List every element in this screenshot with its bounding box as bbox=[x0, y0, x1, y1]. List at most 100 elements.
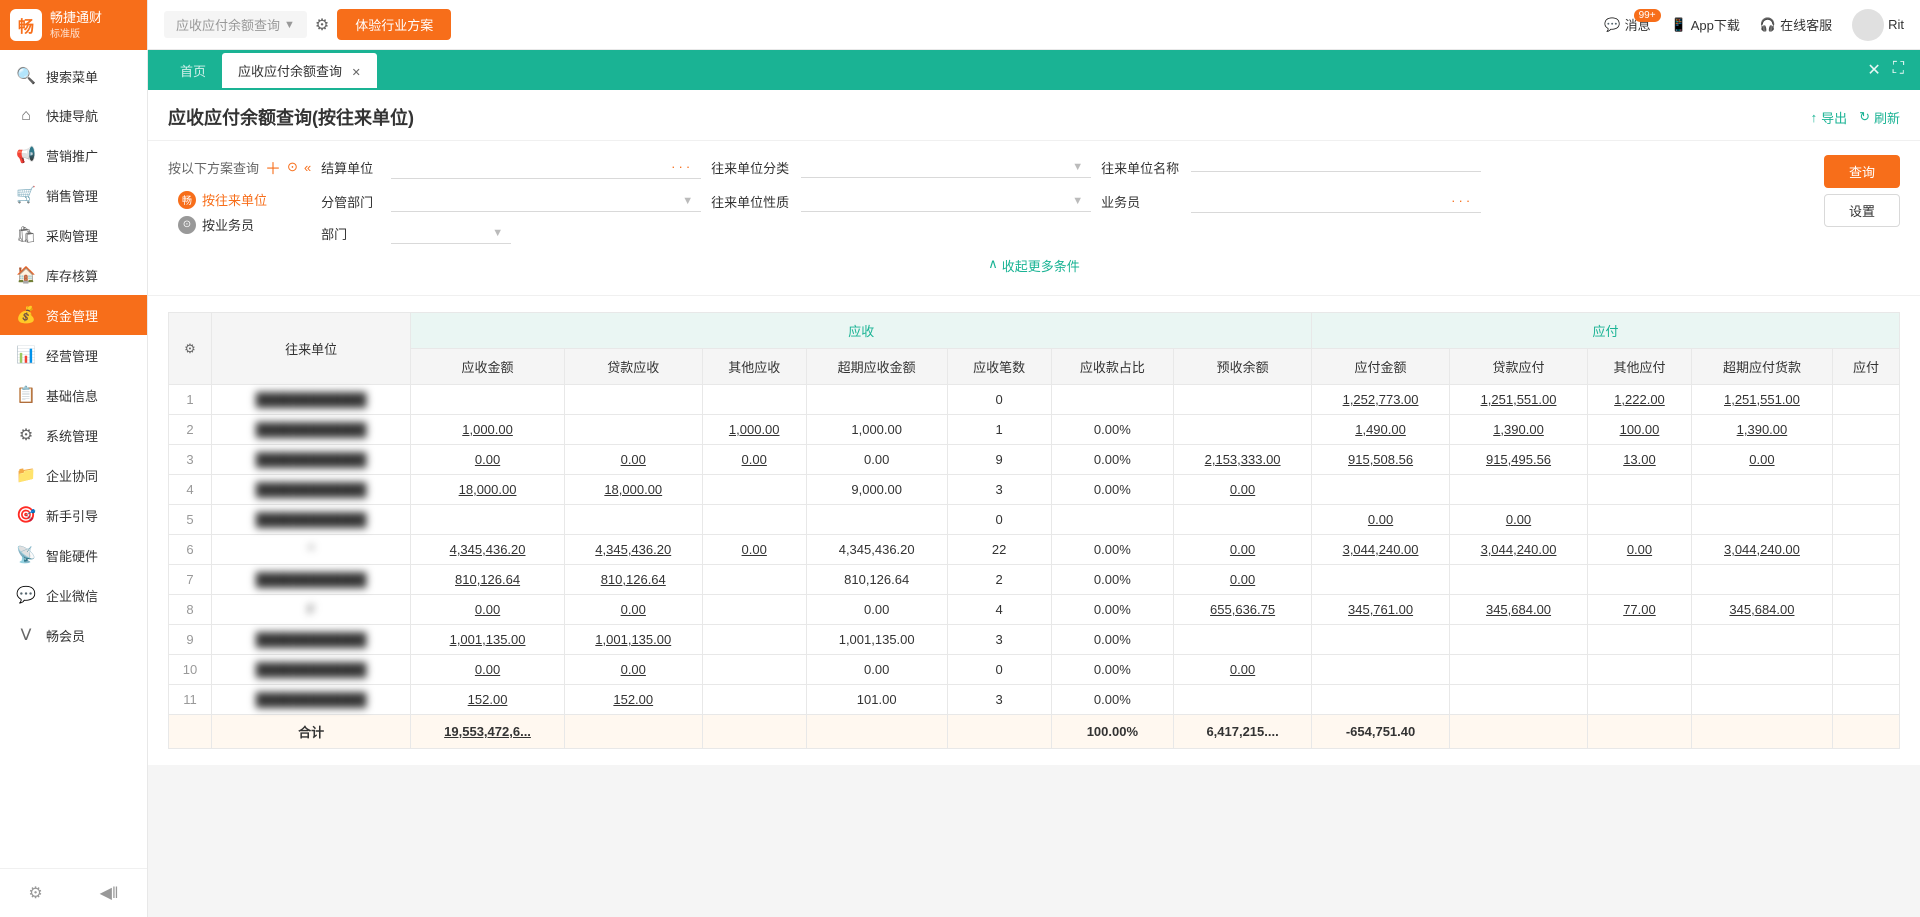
sidebar-item-hardware[interactable]: 📡 智能硬件 bbox=[0, 535, 147, 575]
breadcrumb: 应收应付余额查询 ▼ bbox=[164, 11, 307, 38]
sidebar-item-wechat[interactable]: 💬 企业微信 bbox=[0, 575, 147, 615]
filter-option-by-unit[interactable]: 畅 按往来单位 bbox=[168, 187, 311, 212]
table-row: 8F0.000.000.0040.00%655,636.75345,761.00… bbox=[169, 595, 1900, 625]
collapse-more-button[interactable]: ∧ 收起更多条件 bbox=[168, 250, 1900, 281]
settlement-unit-input[interactable]: ··· bbox=[391, 155, 701, 179]
chevron-down-icon: ▼ bbox=[284, 19, 295, 31]
table-row: 11████████████152.00152.00101.0030.00% bbox=[169, 685, 1900, 715]
total-ys-amount: 19,553,472,6... bbox=[411, 715, 564, 749]
dept-manage-select[interactable]: ▼ bbox=[391, 191, 701, 212]
promo-button[interactable]: 体验行业方案 bbox=[337, 9, 451, 40]
ys-yuaner-header: 预收余额 bbox=[1174, 349, 1312, 385]
table-row: 3████████████0.000.000.000.0090.00%2,153… bbox=[169, 445, 1900, 475]
settlement-unit-label: 结算单位 bbox=[321, 158, 391, 177]
collapse-left-icon[interactable]: « bbox=[304, 160, 311, 175]
sidebar-item-guide[interactable]: 🎯 新手引导 bbox=[0, 495, 147, 535]
export-button[interactable]: ↑ 导出 bbox=[1811, 108, 1848, 127]
search-icon: 🔍 bbox=[16, 66, 36, 86]
sidebar-item-search[interactable]: 🔍 搜索菜单 bbox=[0, 56, 147, 96]
query-button[interactable]: 查询 bbox=[1824, 155, 1900, 188]
page-header: 应收应付余额查询(按往来单位) ↑ 导出 ↻ 刷新 bbox=[148, 90, 1920, 141]
qt-ys-header: 其他应收 bbox=[702, 349, 806, 385]
purchase-icon: 🛍 bbox=[16, 225, 36, 245]
table-footer: 合计 19,553,472,6... 100.00% 6,417,215....… bbox=[169, 715, 1900, 749]
hardware-icon: 📡 bbox=[16, 545, 36, 565]
sidebar-item-operation[interactable]: 📊 经营管理 bbox=[0, 335, 147, 375]
yf-extra-header: 应付 bbox=[1832, 349, 1899, 385]
refresh-button[interactable]: ↻ 刷新 bbox=[1859, 108, 1900, 127]
filter-option-by-staff[interactable]: ⊙ 按业务员 bbox=[168, 212, 311, 237]
tab-query[interactable]: 应收应付余额查询 ✕ bbox=[222, 53, 377, 88]
table-row: 4████████████18,000.0018,000.009,000.003… bbox=[169, 475, 1900, 505]
tab-home[interactable]: 首页 bbox=[164, 53, 222, 88]
sidebar-item-system[interactable]: ⚙ 系统管理 bbox=[0, 415, 147, 455]
unit-category-select[interactable]: ▼ bbox=[801, 157, 1091, 178]
sidebar-menu: 🔍 搜索菜单 ⌂ 快捷导航 📢 营销推广 🛒 销售管理 🛍 采购管理 🏠 库存核… bbox=[0, 50, 147, 868]
yingfu-group-header: 应付 bbox=[1312, 313, 1900, 349]
inventory-icon: 🏠 bbox=[16, 265, 36, 285]
guide-icon: 🎯 bbox=[16, 505, 36, 525]
salesperson-label: 业务员 bbox=[1101, 192, 1191, 211]
sidebar-item-basic[interactable]: 📋 基础信息 bbox=[0, 375, 147, 415]
service-icon: 🎧 bbox=[1760, 17, 1776, 33]
sidebar-bottom: ⚙ ◀‖ bbox=[0, 868, 147, 917]
close-window-icon[interactable]: ✕ bbox=[1867, 60, 1880, 80]
sidebar: 畅 畅捷通财 标准版 🔍 搜索菜单 ⌂ 快捷导航 📢 营销推广 🛒 销售管理 🛍… bbox=[0, 0, 148, 917]
sidebar-item-inventory[interactable]: 🏠 库存核算 bbox=[0, 255, 147, 295]
filter-area: 按以下方案查询 ＋ ⊙ « 畅 按往来单位 ⊙ 按业务员 bbox=[148, 141, 1920, 296]
filter-icon[interactable]: ⊙ bbox=[287, 159, 298, 175]
sidebar-item-purchase[interactable]: 🛍 采购管理 bbox=[0, 215, 147, 255]
topbar-settings-icon[interactable]: ⚙ bbox=[315, 15, 329, 35]
chevron-up-icon: ∧ bbox=[988, 256, 998, 275]
table-row: 2████████████1,000.001,000.001,000.0010.… bbox=[169, 415, 1900, 445]
table-row: 7████████████810,126.64810,126.64810,126… bbox=[169, 565, 1900, 595]
total-ys-zhanbi: 100.00% bbox=[1051, 715, 1173, 749]
refresh-icon: ↻ bbox=[1859, 109, 1870, 125]
operation-icon: 📊 bbox=[16, 345, 36, 365]
avatar bbox=[1852, 9, 1884, 41]
sidebar-collapse-button[interactable]: ◀‖ bbox=[92, 879, 127, 907]
salesperson-input[interactable]: ··· bbox=[1191, 189, 1481, 213]
table-group-header: ⚙ 往来单位 应收 应付 bbox=[169, 313, 1900, 349]
marketing-icon: 📢 bbox=[16, 145, 36, 165]
app-download-button[interactable]: 📱 App下载 bbox=[1671, 15, 1740, 34]
user-info[interactable]: Rit bbox=[1852, 9, 1904, 41]
sidebar-item-corp[interactable]: 📁 企业协同 bbox=[0, 455, 147, 495]
sidebar-logo: 畅 畅捷通财 标准版 bbox=[0, 0, 147, 50]
ys-amount-header: 应收金额 bbox=[411, 349, 564, 385]
sidebar-item-finance[interactable]: 💰 资金管理 bbox=[0, 295, 147, 335]
online-service-button[interactable]: 🎧 在线客服 bbox=[1760, 15, 1832, 34]
dept-select[interactable]: ▼ bbox=[391, 223, 511, 244]
by-unit-icon: 畅 bbox=[178, 191, 196, 209]
table-row: 10████████████0.000.000.0000.00%0.00 bbox=[169, 655, 1900, 685]
message-button[interactable]: 💬 消息 99+ bbox=[1604, 15, 1650, 34]
settings-col-header[interactable]: ⚙ bbox=[169, 313, 212, 385]
table-row: 1████████████01,252,773.001,251,551.001,… bbox=[169, 385, 1900, 415]
table-row: 6^4,345,436.204,345,436.200.004,345,436.… bbox=[169, 535, 1900, 565]
finance-icon: 💰 bbox=[16, 305, 36, 325]
unit-nature-select[interactable]: ▼ bbox=[801, 191, 1091, 212]
filter-plan-label: 按以下方案查询 bbox=[168, 158, 259, 177]
data-table: ⚙ 往来单位 应收 应付 应收金额 贷款应收 其他应收 超期应收金额 应收笔数 bbox=[168, 312, 1900, 749]
table-settings-icon[interactable]: ⚙ bbox=[179, 338, 201, 360]
sidebar-item-marketing[interactable]: 📢 营销推广 bbox=[0, 135, 147, 175]
topbar: 应收应付余额查询 ▼ ⚙ 体验行业方案 💬 消息 99+ 📱 App下载 🎧 在… bbox=[148, 0, 1920, 50]
dept-label: 部门 bbox=[321, 224, 391, 243]
sidebar-item-sales[interactable]: 🛒 销售管理 bbox=[0, 175, 147, 215]
settings-button[interactable]: 设置 bbox=[1824, 194, 1900, 227]
message-icon: 💬 bbox=[1604, 17, 1620, 33]
page-title: 应收应付余额查询(按往来单位) bbox=[168, 104, 414, 130]
sidebar-item-quick[interactable]: ⌂ 快捷导航 bbox=[0, 96, 147, 135]
page-actions: ↑ 导出 ↻ 刷新 bbox=[1811, 108, 1900, 127]
dept-manage-label: 分管部门 bbox=[321, 192, 391, 211]
sidebar-item-member[interactable]: Ⅴ 畅会员 bbox=[0, 615, 147, 655]
tab-close-icon[interactable]: ✕ bbox=[352, 67, 361, 79]
ys-zhanbi-header: 应收款占比 bbox=[1051, 349, 1173, 385]
sidebar-settings-button[interactable]: ⚙ bbox=[20, 879, 50, 907]
unit-name-input[interactable] bbox=[1191, 163, 1481, 172]
logo-text: 畅捷通财 标准版 bbox=[50, 10, 102, 41]
maximize-icon[interactable]: ⛶ bbox=[1893, 60, 1904, 80]
main-area: 应收应付余额查询 ▼ ⚙ 体验行业方案 💬 消息 99+ 📱 App下载 🎧 在… bbox=[148, 0, 1920, 917]
message-badge: 99+ bbox=[1634, 9, 1661, 22]
add-icon[interactable]: ＋ bbox=[265, 155, 281, 179]
